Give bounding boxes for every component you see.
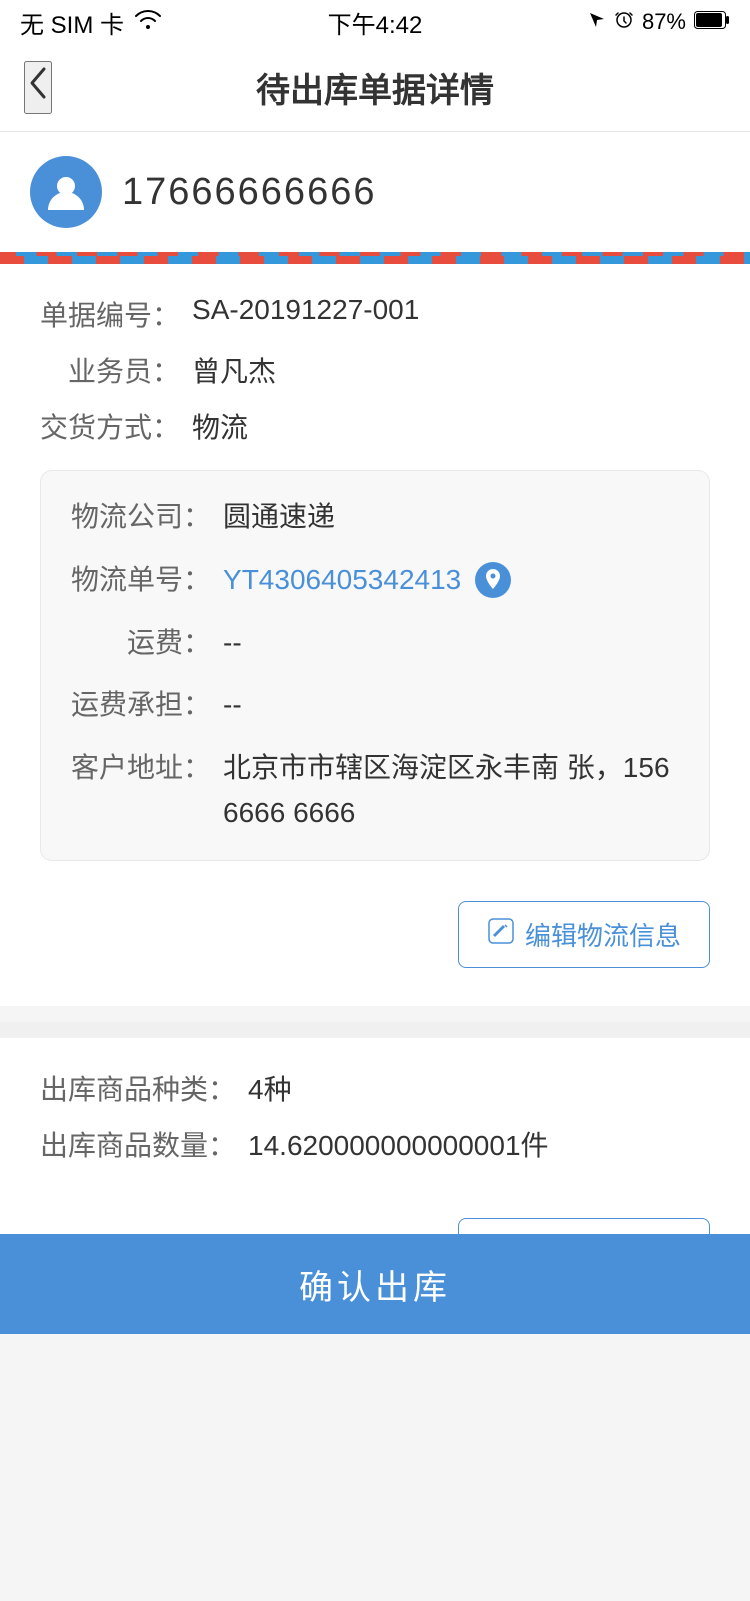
freight-row: 运费： -- <box>71 621 679 666</box>
freight-value: -- <box>223 621 679 666</box>
edit-icon <box>487 917 515 952</box>
address-row: 客户地址： 北京市市辖区海淀区永丰南 张，156 6666 6666 <box>71 746 679 836</box>
doc-number-row: 单据编号： SA-20191227-001 <box>40 294 710 334</box>
salesperson-row: 业务员： 曾凡杰 <box>40 350 710 390</box>
freight-bearer-row: 运费承担： -- <box>71 683 679 728</box>
goods-quantity-label: 出库商品数量： <box>40 1124 236 1164</box>
doc-number-label: 单据编号： <box>40 294 180 334</box>
goods-quantity-row: 出库商品数量： 14.620000000000001件 <box>40 1124 710 1164</box>
status-left: 无 SIM 卡 <box>20 5 162 40</box>
location-pin-icon[interactable] <box>475 562 511 598</box>
tracking-value: YT4306405342413 <box>223 558 679 603</box>
customer-header: 17666666666 <box>0 132 750 256</box>
battery-label: 87% <box>642 9 686 35</box>
address-value: 北京市市辖区海淀区永丰南 张，156 6666 6666 <box>223 746 679 836</box>
nav-bar: 待出库单据详情 <box>0 44 750 132</box>
goods-type-label: 出库商品种类： <box>40 1068 236 1108</box>
goods-type-row: 出库商品种类： 4种 <box>40 1068 710 1108</box>
customer-phone: 17666666666 <box>122 171 376 214</box>
salesperson-label: 业务员： <box>40 350 180 390</box>
tracking-label: 物流单号： <box>71 558 211 598</box>
section-divider <box>0 1022 750 1038</box>
location-arrow-icon <box>588 9 606 35</box>
confirm-outbound-button[interactable]: 确认出库 <box>299 1260 451 1309</box>
edit-logistics-label: 编辑物流信息 <box>525 916 681 953</box>
alarm-icon <box>614 9 634 35</box>
carrier-label: 无 SIM 卡 <box>20 5 124 40</box>
logistics-company-value: 圆通速递 <box>223 495 679 540</box>
tracking-row: 物流单号： YT4306405342413 <box>71 558 679 603</box>
logistics-company-label: 物流公司： <box>71 495 211 535</box>
bottom-bar: 确认出库 <box>0 1234 750 1334</box>
delivery-method-value: 物流 <box>192 406 710 446</box>
delivery-method-label: 交货方式： <box>40 406 180 446</box>
salesperson-value: 曾凡杰 <box>192 350 710 390</box>
address-label: 客户地址： <box>71 746 211 786</box>
status-right: 87% <box>588 9 730 35</box>
wifi-icon <box>134 8 162 36</box>
goods-section: 出库商品种类： 4种 出库商品数量： 14.620000000000001件 <box>0 1038 750 1194</box>
freight-label: 运费： <box>71 621 211 661</box>
goods-type-value: 4种 <box>248 1068 292 1108</box>
status-bar: 无 SIM 卡 下午4:42 <box>0 0 750 44</box>
avatar <box>30 156 102 228</box>
freight-bearer-label: 运费承担： <box>71 683 211 723</box>
logistics-company-row: 物流公司： 圆通速递 <box>71 495 679 540</box>
logistics-card: 物流公司： 圆通速递 物流单号： YT4306405342413 运费： -- <box>40 470 710 861</box>
dashed-divider <box>0 256 750 264</box>
freight-bearer-value: -- <box>223 683 679 728</box>
delivery-method-row: 交货方式： 物流 <box>40 406 710 446</box>
document-info-section: 单据编号： SA-20191227-001 业务员： 曾凡杰 交货方式： 物流 … <box>0 264 750 1006</box>
time-label: 下午4:42 <box>328 5 423 40</box>
edit-logistics-button[interactable]: 编辑物流信息 <box>458 901 710 968</box>
goods-quantity-value: 14.620000000000001件 <box>248 1124 549 1164</box>
page-title: 待出库单据详情 <box>256 63 494 112</box>
battery-icon <box>694 9 730 35</box>
back-button[interactable] <box>24 61 52 114</box>
edit-logistics-container: 编辑物流信息 <box>40 885 710 976</box>
doc-number-value: SA-20191227-001 <box>192 294 710 326</box>
